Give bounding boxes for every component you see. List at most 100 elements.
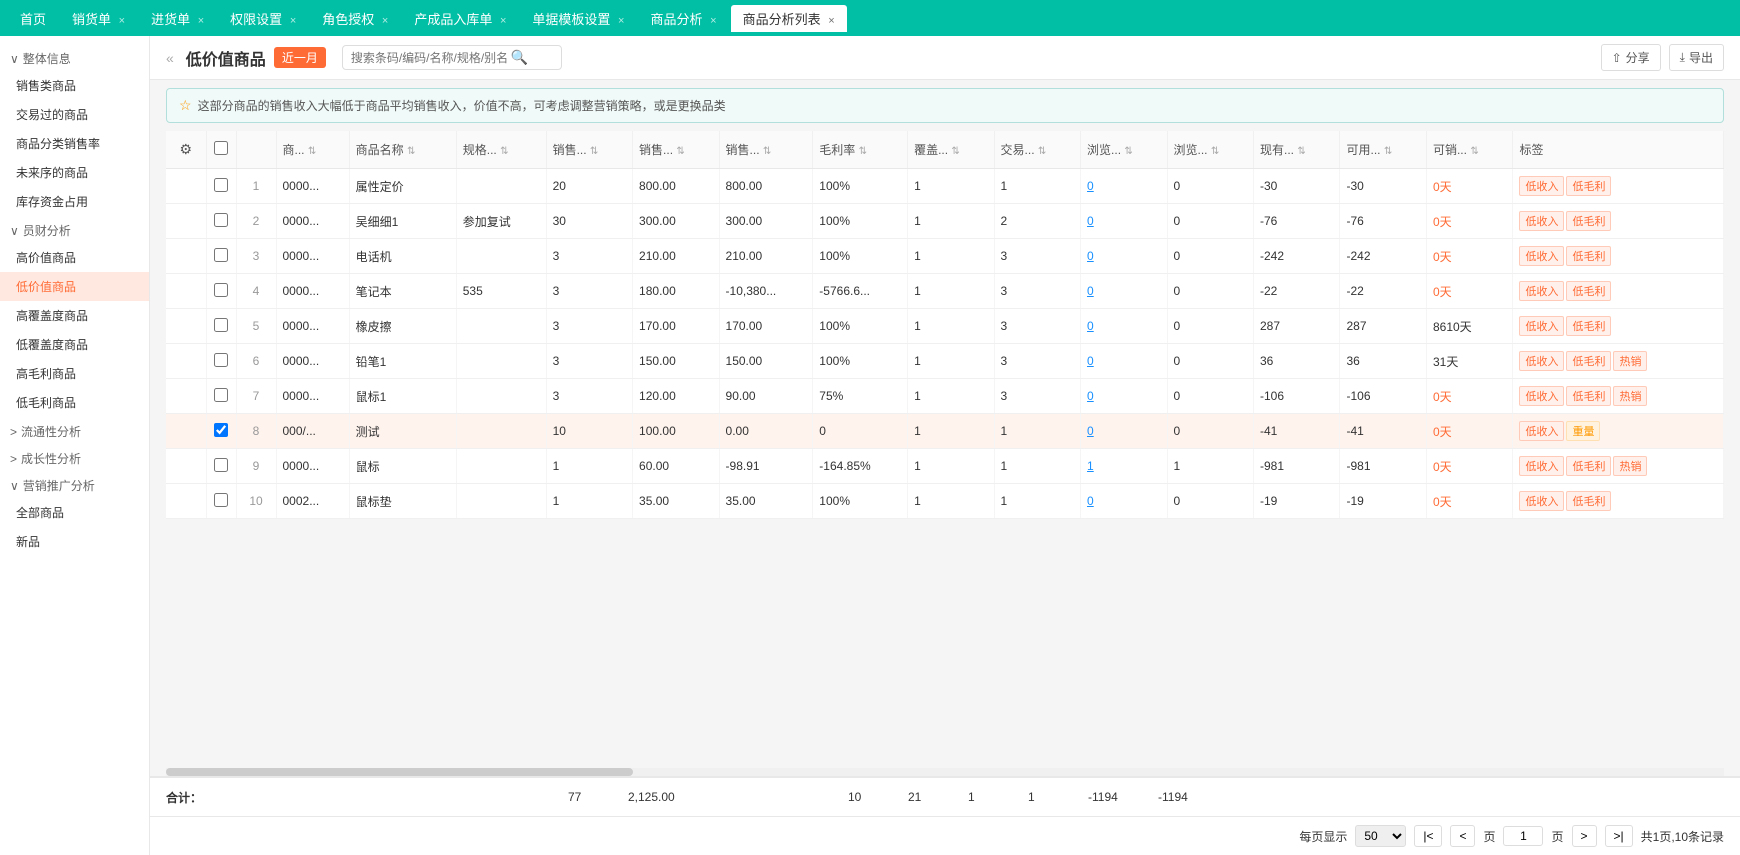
- th-gross-rate[interactable]: 毛利率 ⇅: [813, 131, 908, 169]
- info-banner: ☆ 这部分商品的销售收入大幅低于商品平均销售收入，价值不高，可考虑调整营销策略，…: [166, 88, 1724, 123]
- close-purchase-icon[interactable]: ×: [198, 15, 204, 27]
- search-icon[interactable]: 🔍: [511, 49, 528, 66]
- browse1-link[interactable]: 0: [1087, 179, 1094, 193]
- close-role-icon[interactable]: ×: [382, 15, 388, 27]
- row-checkbox[interactable]: [214, 353, 228, 367]
- sidebar-item-high-profit[interactable]: 高毛利商品: [0, 359, 149, 388]
- sidebar-item-unordered[interactable]: 未来序的商品: [0, 158, 149, 187]
- row-checkbox[interactable]: [214, 283, 228, 297]
- th-name[interactable]: 商品名称 ⇅: [349, 131, 456, 169]
- browse1-link[interactable]: 0: [1087, 249, 1094, 263]
- th-sale-amount[interactable]: 销售... ⇅: [633, 131, 719, 169]
- nav-role[interactable]: 角色授权 ×: [310, 5, 400, 32]
- th-coverage[interactable]: 覆盖... ⇅: [908, 131, 994, 169]
- th-code[interactable]: 商... ⇅: [276, 131, 349, 169]
- next-page-button[interactable]: >: [1572, 825, 1597, 847]
- row-checkbox[interactable]: [214, 423, 228, 437]
- th-browse1[interactable]: 浏览... ⇅: [1081, 131, 1167, 169]
- nav-template[interactable]: 单据模板设置 ×: [520, 5, 636, 32]
- row-available: -30: [1340, 169, 1426, 204]
- share-button[interactable]: ⇧ 分享: [1601, 44, 1661, 71]
- sidebar-item-low-value[interactable]: 低价值商品: [0, 272, 149, 301]
- close-template-icon[interactable]: ×: [618, 15, 624, 27]
- sidebar-item-sales-category[interactable]: 销售类商品: [0, 71, 149, 100]
- th-sale-qty[interactable]: 销售... ⇅: [546, 131, 632, 169]
- th-available[interactable]: 可用... ⇅: [1340, 131, 1426, 169]
- row-check: [206, 379, 236, 414]
- last-page-button[interactable]: >|: [1605, 825, 1633, 847]
- collapse-sidebar-icon[interactable]: «: [166, 50, 174, 66]
- row-browse2: 0: [1167, 204, 1253, 239]
- browse1-link[interactable]: 0: [1087, 354, 1094, 368]
- sidebar-item-traded[interactable]: 交易过的商品: [0, 100, 149, 129]
- close-product-entry-icon[interactable]: ×: [500, 15, 506, 27]
- browse1-link[interactable]: 0: [1087, 319, 1094, 333]
- row-checkbox[interactable]: [214, 248, 228, 262]
- row-trade-count: 3: [994, 344, 1080, 379]
- nav-purchase[interactable]: 进货单 ×: [139, 5, 216, 32]
- sidebar-section-marketing[interactable]: ∨ 营销推广分析: [0, 471, 149, 498]
- sidebar-item-all-products[interactable]: 全部商品: [0, 498, 149, 527]
- th-sellable[interactable]: 可销... ⇅: [1426, 131, 1512, 169]
- row-checkbox[interactable]: [214, 213, 228, 227]
- page-size-select[interactable]: 50 100 200: [1355, 825, 1406, 847]
- row-checkbox[interactable]: [214, 178, 228, 192]
- sidebar-item-inventory-capital[interactable]: 库存资金占用: [0, 187, 149, 216]
- tag-低毛利: 低毛利: [1566, 456, 1611, 476]
- first-page-button[interactable]: |<: [1414, 825, 1442, 847]
- th-trade-count[interactable]: 交易... ⇅: [994, 131, 1080, 169]
- row-checkbox[interactable]: [214, 318, 228, 332]
- th-browse2[interactable]: 浏览... ⇅: [1167, 131, 1253, 169]
- sidebar-item-low-coverage[interactable]: 低覆盖度商品: [0, 330, 149, 359]
- row-browse1: 0: [1081, 344, 1167, 379]
- close-sales-icon[interactable]: ×: [119, 15, 125, 27]
- horizontal-scrollbar[interactable]: [166, 768, 1724, 776]
- nav-product-analysis[interactable]: 商品分析 ×: [638, 5, 728, 32]
- page-input[interactable]: [1503, 826, 1543, 846]
- sidebar-section-flow[interactable]: > 流通性分析: [0, 417, 149, 444]
- prev-page-button[interactable]: <: [1450, 825, 1475, 847]
- sidebar-section-asset[interactable]: ∨ 员财分析: [0, 216, 149, 243]
- nav-sales[interactable]: 销货单 ×: [60, 5, 137, 32]
- nav-home[interactable]: 首页: [8, 5, 58, 32]
- main-layout: ∨ 整体信息 销售类商品 交易过的商品 商品分类销售率 未来序的商品 库存资金占…: [0, 36, 1740, 855]
- browse1-link[interactable]: 1: [1087, 459, 1094, 473]
- row-current-stock: -76: [1254, 204, 1340, 239]
- gear-button[interactable]: ⚙: [175, 139, 196, 160]
- row-checkbox[interactable]: [214, 493, 228, 507]
- time-filter-button[interactable]: 近一月: [274, 47, 326, 68]
- sidebar-section-overall[interactable]: ∨ 整体信息: [0, 44, 149, 71]
- search-input[interactable]: [351, 51, 511, 65]
- export-button[interactable]: ⤓ 导出: [1669, 44, 1724, 71]
- row-sale-profit: -10,380...: [719, 274, 813, 309]
- row-check: [206, 239, 236, 274]
- sidebar-item-category-sales[interactable]: 商品分类销售率: [0, 129, 149, 158]
- browse1-link[interactable]: 0: [1087, 389, 1094, 403]
- sidebar-section-growth[interactable]: > 成长性分析: [0, 444, 149, 471]
- row-checkbox[interactable]: [214, 458, 228, 472]
- th-sale-profit[interactable]: 销售... ⇅: [719, 131, 813, 169]
- row-coverage: 1: [908, 379, 994, 414]
- close-product-analysis-icon[interactable]: ×: [710, 15, 716, 27]
- nav-permission[interactable]: 权限设置 ×: [218, 5, 308, 32]
- browse1-link[interactable]: 0: [1087, 424, 1094, 438]
- sidebar-item-high-value[interactable]: 高价值商品: [0, 243, 149, 272]
- browse1-link[interactable]: 0: [1087, 284, 1094, 298]
- browse1-link[interactable]: 0: [1087, 214, 1094, 228]
- sidebar-item-high-coverage[interactable]: 高覆盖度商品: [0, 301, 149, 330]
- scroll-thumb[interactable]: [166, 768, 633, 776]
- browse1-link[interactable]: 0: [1087, 494, 1094, 508]
- row-checkbox[interactable]: [214, 388, 228, 402]
- close-permission-icon[interactable]: ×: [290, 15, 296, 27]
- nav-product-analysis-list[interactable]: 商品分析列表 ×: [731, 5, 847, 32]
- sidebar-item-low-profit[interactable]: 低毛利商品: [0, 388, 149, 417]
- th-spec[interactable]: 规格... ⇅: [456, 131, 546, 169]
- sidebar-item-new-products[interactable]: 新品: [0, 527, 149, 556]
- row-code: 0000...: [276, 344, 349, 379]
- check-all-checkbox[interactable]: [214, 141, 228, 155]
- row-trade-count: 1: [994, 414, 1080, 449]
- nav-product-entry[interactable]: 产成品入库单 ×: [402, 5, 518, 32]
- th-current-stock[interactable]: 现有... ⇅: [1254, 131, 1340, 169]
- close-product-analysis-list-icon[interactable]: ×: [828, 15, 834, 27]
- row-trade-count: 2: [994, 204, 1080, 239]
